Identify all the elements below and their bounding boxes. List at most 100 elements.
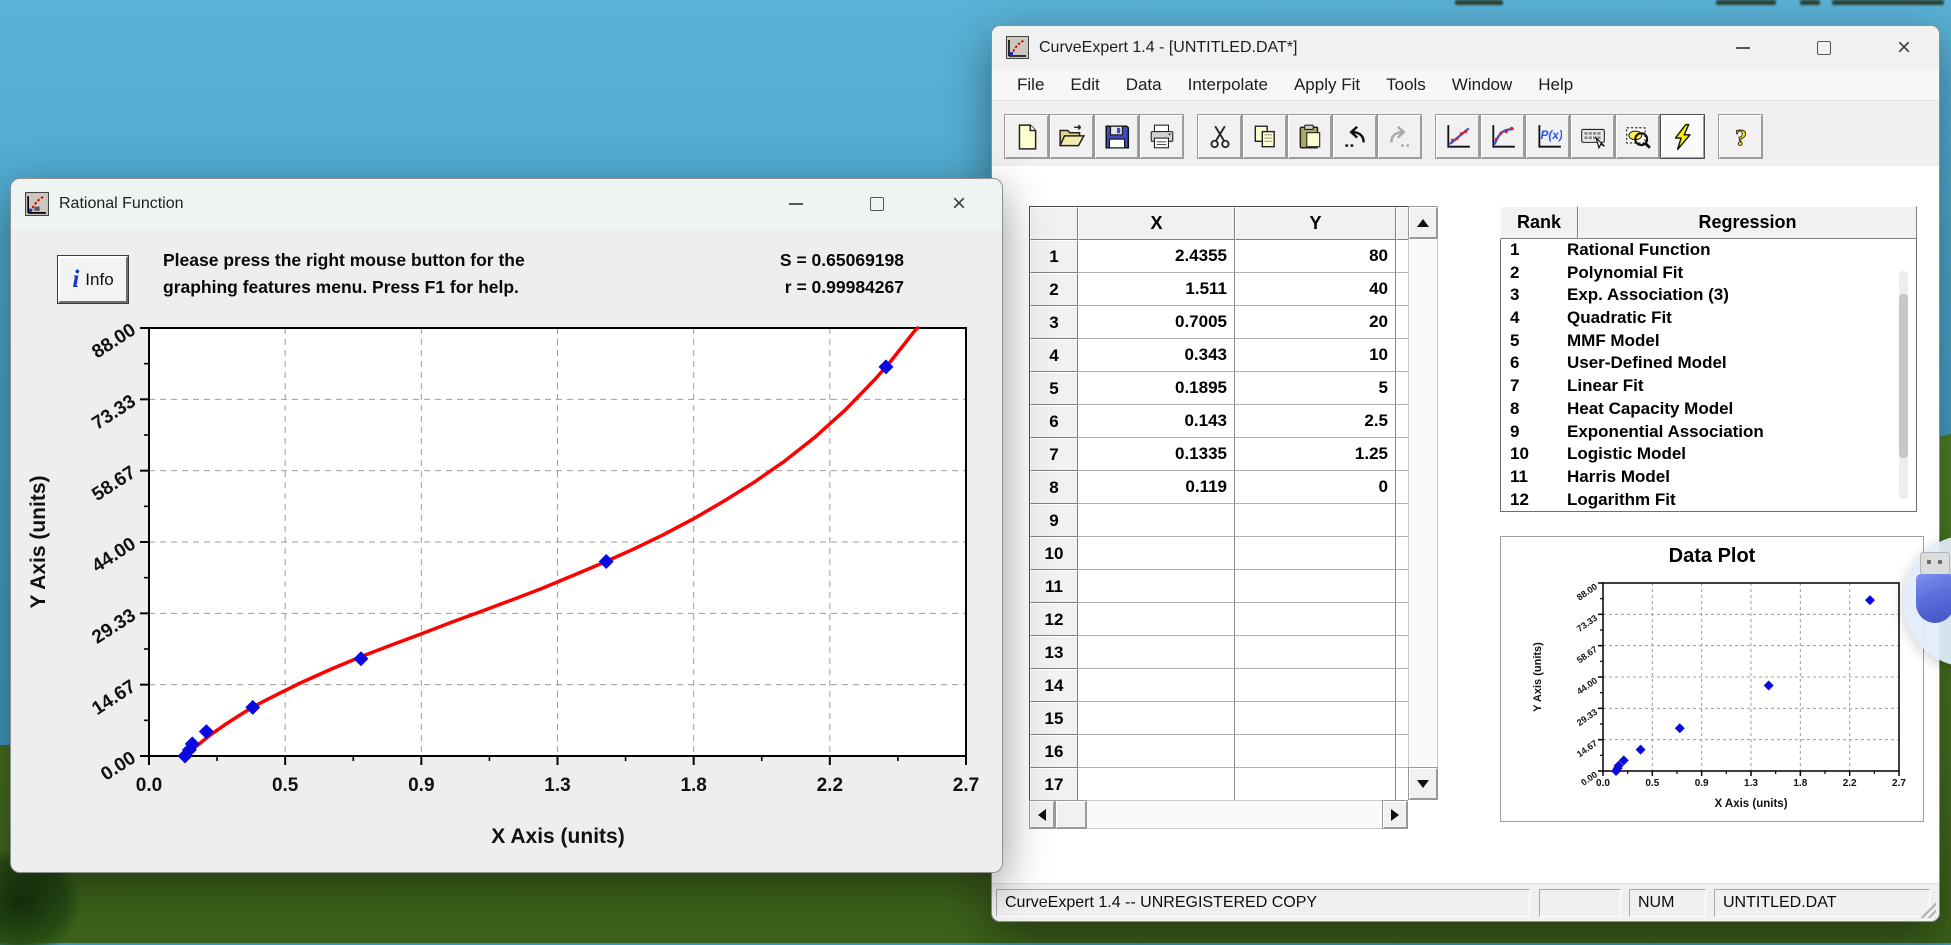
row-header-2[interactable]: 2	[1030, 273, 1078, 306]
fit-title-bar[interactable]: Rational Function ×	[11, 179, 1002, 229]
main-minimize-button[interactable]	[1720, 26, 1766, 69]
table-cell[interactable]: 0.1895	[1078, 372, 1235, 405]
redo-button[interactable]	[1377, 114, 1422, 159]
table-cell[interactable]	[1235, 570, 1396, 603]
column-header-x[interactable]: X	[1078, 207, 1235, 240]
table-cell[interactable]: 5	[1235, 372, 1396, 405]
regression-item[interactable]: 11 Harris Model	[1501, 466, 1916, 489]
row-header-10[interactable]: 10	[1030, 537, 1078, 570]
table-cell[interactable]: 0.119	[1078, 471, 1235, 504]
menu-tools[interactable]: Tools	[1373, 69, 1439, 100]
table-cell[interactable]: 0.7005	[1078, 306, 1235, 339]
table-cell[interactable]	[1235, 636, 1396, 669]
table-cell[interactable]: 80	[1235, 240, 1396, 273]
open-file-button[interactable]	[1049, 114, 1094, 159]
row-header-9[interactable]: 9	[1030, 504, 1078, 537]
help-button[interactable]: ?	[1718, 114, 1763, 159]
table-cell[interactable]: 2.4355	[1078, 240, 1235, 273]
curve-finder-button[interactable]	[1660, 114, 1705, 159]
fit-close-button[interactable]: ×	[936, 179, 982, 229]
table-cell[interactable]	[1078, 504, 1235, 537]
table-cell[interactable]: 0.343	[1078, 339, 1235, 372]
table-horizontal-scrollbar-thumb[interactable]	[1055, 800, 1087, 829]
table-cell[interactable]: 1.511	[1078, 273, 1235, 306]
row-header-8[interactable]: 8	[1030, 471, 1078, 504]
row-header-3[interactable]: 3	[1030, 306, 1078, 339]
main-maximize-button[interactable]	[1801, 26, 1847, 69]
regression-scrollbar-thumb[interactable]	[1899, 294, 1908, 458]
linear-fit-button[interactable]	[1435, 114, 1480, 159]
table-cell[interactable]	[1078, 636, 1235, 669]
row-header-12[interactable]: 12	[1030, 603, 1078, 636]
regression-item[interactable]: 8 Heat Capacity Model	[1501, 398, 1916, 421]
table-cell[interactable]: 10	[1235, 339, 1396, 372]
new-file-button[interactable]	[1004, 114, 1049, 159]
zoom-data-button[interactable]	[1615, 114, 1660, 159]
row-header-17[interactable]: 17	[1030, 768, 1078, 801]
table-cell[interactable]: 0.143	[1078, 405, 1235, 438]
main-close-button[interactable]: ×	[1881, 26, 1927, 69]
table-vertical-scrollbar-track[interactable]	[1408, 239, 1438, 767]
table-cell[interactable]	[1078, 702, 1235, 735]
table-scroll-left-button[interactable]	[1029, 800, 1055, 829]
row-header-1[interactable]: 1	[1030, 240, 1078, 273]
regression-item[interactable]: 10 Logistic Model	[1501, 443, 1916, 466]
regression-item[interactable]: 4 Quadratic Fit	[1501, 307, 1916, 330]
row-header-15[interactable]: 15	[1030, 702, 1078, 735]
column-header-y[interactable]: Y	[1235, 207, 1396, 240]
table-cell[interactable]	[1235, 603, 1396, 636]
table-scroll-right-button[interactable]	[1382, 800, 1408, 829]
table-cell[interactable]	[1078, 768, 1235, 801]
regression-item[interactable]: 7 Linear Fit	[1501, 375, 1916, 398]
paste-button[interactable]	[1287, 114, 1332, 159]
table-horizontal-scrollbar-track[interactable]	[1087, 800, 1382, 829]
row-header-7[interactable]: 7	[1030, 438, 1078, 471]
table-cell[interactable]	[1235, 768, 1396, 801]
table-cell[interactable]	[1078, 603, 1235, 636]
menu-apply-fit[interactable]: Apply Fit	[1281, 69, 1373, 100]
table-cell[interactable]	[1235, 735, 1396, 768]
row-header-11[interactable]: 11	[1030, 570, 1078, 603]
row-header-16[interactable]: 16	[1030, 735, 1078, 768]
main-title-bar[interactable]: CurveExpert 1.4 - [UNTITLED.DAT*] ×	[992, 26, 1939, 69]
fit-minimize-button[interactable]	[773, 179, 819, 229]
regression-item[interactable]: 6 User-Defined Model	[1501, 352, 1916, 375]
save-file-button[interactable]	[1094, 114, 1139, 159]
table-scroll-up-button[interactable]	[1408, 206, 1438, 239]
undo-button[interactable]	[1332, 114, 1377, 159]
table-cell[interactable]	[1235, 504, 1396, 537]
regression-column-header[interactable]: Regression	[1578, 206, 1917, 239]
table-cell[interactable]	[1235, 669, 1396, 702]
table-cell[interactable]: 0.1335	[1078, 438, 1235, 471]
regression-item[interactable]: 12 Logarithm Fit	[1501, 489, 1916, 511]
table-cell[interactable]	[1078, 537, 1235, 570]
table-cell[interactable]: 40	[1235, 273, 1396, 306]
table-cell[interactable]	[1078, 735, 1235, 768]
menu-interpolate[interactable]: Interpolate	[1175, 69, 1281, 100]
table-cell[interactable]	[1235, 702, 1396, 735]
menu-data[interactable]: Data	[1113, 69, 1175, 100]
table-cell[interactable]	[1078, 570, 1235, 603]
regression-item[interactable]: 1 Rational Function	[1501, 239, 1916, 262]
table-cell[interactable]: 20	[1235, 306, 1396, 339]
menu-file[interactable]: File	[1004, 69, 1057, 100]
rank-column-header[interactable]: Rank	[1500, 206, 1578, 239]
row-header-6[interactable]: 6	[1030, 405, 1078, 438]
info-button[interactable]: i Info	[57, 255, 129, 304]
fit-maximize-button[interactable]	[854, 179, 900, 229]
menu-window[interactable]: Window	[1439, 69, 1525, 100]
copy-button[interactable]	[1242, 114, 1287, 159]
table-cell[interactable]	[1078, 669, 1235, 702]
table-cell[interactable]: 1.25	[1235, 438, 1396, 471]
menu-edit[interactable]: Edit	[1057, 69, 1112, 100]
table-cell[interactable]: 0	[1235, 471, 1396, 504]
table-scroll-down-button[interactable]	[1408, 767, 1438, 800]
print-button[interactable]	[1139, 114, 1184, 159]
row-header-5[interactable]: 5	[1030, 372, 1078, 405]
data-table[interactable]: X Y 1 2.4355 80 2 1.511 40 3 0.7005 20 4 0.343 10 5 0.1…	[1029, 206, 1410, 802]
menu-help[interactable]: Help	[1525, 69, 1586, 100]
regression-item[interactable]: 9 Exponential Association	[1501, 421, 1916, 444]
nonlinear-fit-button[interactable]	[1480, 114, 1525, 159]
regression-item[interactable]: 3 Exp. Association (3)	[1501, 284, 1916, 307]
row-header-13[interactable]: 13	[1030, 636, 1078, 669]
